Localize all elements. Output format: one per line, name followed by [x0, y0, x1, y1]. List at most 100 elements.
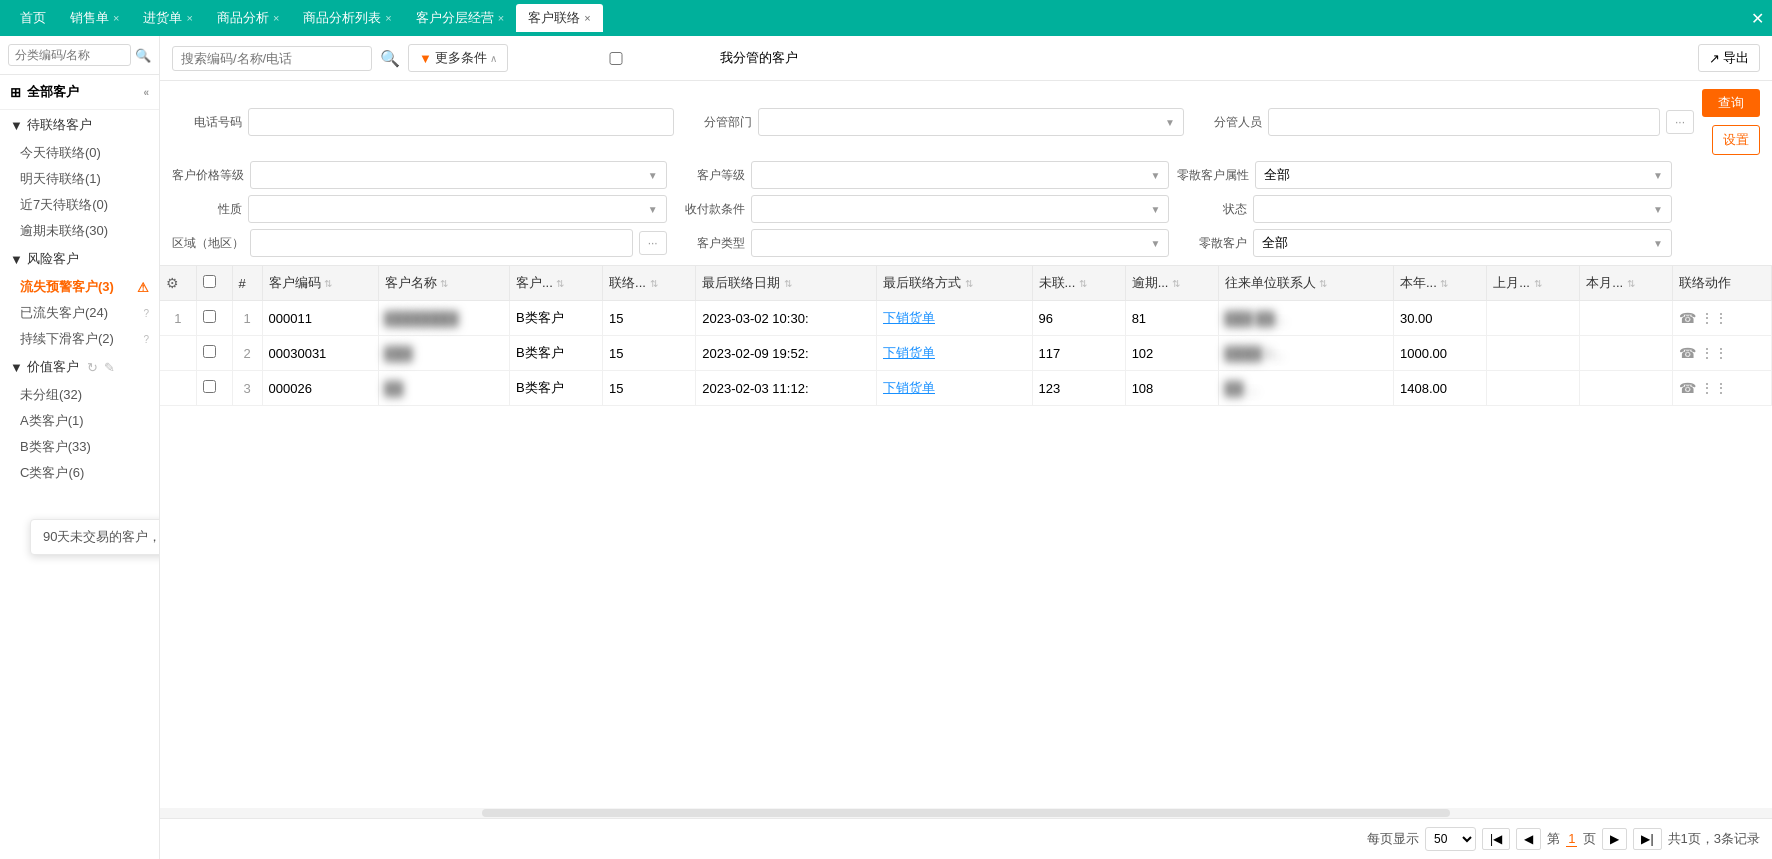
search-button[interactable]: 🔍 — [380, 49, 400, 68]
sidebar-item-churn-warning[interactable]: 流失预警客户(3) ⚠ — [0, 274, 159, 300]
col-name-sort[interactable]: ⇅ — [440, 278, 448, 289]
col-last-method-sort[interactable]: ⇅ — [965, 278, 973, 289]
filter-customer-level-select[interactable]: ▼ — [751, 161, 1170, 189]
prev-page-button[interactable]: ◀ — [1516, 828, 1541, 850]
section-edit-icon[interactable]: ✎ — [104, 360, 115, 375]
row3-contact-icon[interactable]: ☎ — [1679, 380, 1696, 396]
customers-table: ⚙ # 客户编码 ⇅ 客户名称 ⇅ — [160, 266, 1772, 406]
nav-tab-analysis-list[interactable]: 商品分析列表 × — [291, 4, 403, 32]
col-type-sort[interactable]: ⇅ — [556, 278, 564, 289]
sidebar-all-customers[interactable]: ⊞ 全部客户 « — [0, 75, 159, 110]
export-button[interactable]: ↗ 导出 — [1698, 44, 1760, 72]
row1-contact-icon[interactable]: ☎ — [1679, 310, 1696, 326]
row2-last-method-link[interactable]: 下销货单 — [883, 345, 935, 360]
last-page-button[interactable]: ▶| — [1633, 828, 1661, 850]
filter-retail-customer-select[interactable]: 全部 ▼ — [1253, 229, 1672, 257]
filter-price-level-select[interactable]: ▼ — [250, 161, 667, 189]
filter-dept-select[interactable]: ▼ — [758, 108, 1184, 136]
row1-checkbox[interactable] — [203, 310, 216, 323]
section-label-3: 价值客户 — [27, 358, 79, 376]
row2-more-icon[interactable]: ⋮⋮ — [1700, 345, 1728, 361]
row3-name-blurred: ██ — [385, 381, 403, 396]
row2-checkbox[interactable] — [203, 345, 216, 358]
sidebar-item-a-class[interactable]: A类客户(1) — [0, 408, 159, 434]
first-page-button[interactable]: |◀ — [1482, 828, 1510, 850]
row3-more-icon[interactable]: ⋮⋮ — [1700, 380, 1728, 396]
filter-phone-input[interactable] — [248, 108, 674, 136]
sidebar-item-churned[interactable]: 已流失客户(24) ? — [0, 300, 159, 326]
filter-payment-select[interactable]: ▼ — [751, 195, 1170, 223]
col-unit-contact-sort[interactable]: ⇅ — [1319, 278, 1327, 289]
sidebar-item-overdue[interactable]: 逾期未联络(30) — [0, 218, 159, 244]
table-settings-icon[interactable]: ⚙ — [166, 275, 179, 291]
nav-tab-purchase-close[interactable]: × — [186, 12, 192, 24]
col-code-sort[interactable]: ⇅ — [324, 278, 332, 289]
col-this-year-sort[interactable]: ⇅ — [1440, 278, 1448, 289]
col-this-year-label: 本年... — [1400, 275, 1437, 290]
row3-last-method-link[interactable]: 下销货单 — [883, 380, 935, 395]
filter-retail-attr-select[interactable]: 全部 ▼ — [1255, 161, 1672, 189]
row1-last-method: 下销货单 — [876, 301, 1032, 336]
settings-button[interactable]: 设置 — [1712, 125, 1760, 155]
col-uncontacted-sort[interactable]: ⇅ — [1079, 278, 1087, 289]
nav-tab-customer-tier-close[interactable]: × — [498, 12, 504, 24]
row1-this-month — [1580, 301, 1673, 336]
sidebar-search-input[interactable] — [8, 44, 131, 66]
select-all-checkbox[interactable] — [203, 275, 216, 288]
my-customers-checkbox[interactable] — [516, 52, 716, 65]
row2-contact-icon[interactable]: ☎ — [1679, 345, 1696, 361]
filter-dept-label: 分管部门 — [682, 114, 752, 131]
sidebar-item-churned-icon: ? — [143, 308, 149, 319]
nav-tab-analysis-close[interactable]: × — [273, 12, 279, 24]
nav-tab-customer-contact-close[interactable]: × — [584, 12, 590, 24]
filter-status: 状态 ▼ — [1177, 195, 1672, 223]
col-contact-sort[interactable]: ⇅ — [650, 278, 658, 289]
nav-tab-customer-contact[interactable]: 客户联络 × — [516, 4, 602, 32]
row1-more-icon[interactable]: ⋮⋮ — [1700, 310, 1728, 326]
search-input[interactable] — [172, 46, 372, 71]
col-this-month-sort[interactable]: ⇅ — [1627, 278, 1635, 289]
filter-manager-select[interactable] — [1268, 108, 1660, 136]
sidebar-search-icon[interactable]: 🔍 — [135, 48, 151, 63]
filter-nature-select[interactable]: ▼ — [248, 195, 667, 223]
filter-status-select[interactable]: ▼ — [1253, 195, 1672, 223]
row3-uncontacted: 123 — [1032, 371, 1125, 406]
row3-checkbox[interactable] — [203, 380, 216, 393]
section-value-customers[interactable]: ▼ 价值客户 ↻ ✎ — [0, 352, 159, 382]
sidebar-item-today[interactable]: 今天待联络(0) — [0, 140, 159, 166]
sidebar-item-c-class[interactable]: C类客户(6) — [0, 460, 159, 486]
row1-unit-contact: ███ ██... — [1218, 301, 1393, 336]
nav-tab-sales-close[interactable]: × — [113, 12, 119, 24]
row3-action-icons: ☎ ⋮⋮ — [1679, 380, 1765, 396]
sidebar-item-declining[interactable]: 持续下滑客户(2) ? — [0, 326, 159, 352]
col-overdue-sort[interactable]: ⇅ — [1172, 278, 1180, 289]
nav-tab-sales[interactable]: 销售单 × — [58, 4, 131, 32]
query-button[interactable]: 查询 — [1702, 89, 1760, 117]
more-conditions-button[interactable]: ▼ 更多条件 ∧ — [408, 44, 508, 72]
sidebar-item-b-class[interactable]: B类客户(33) — [0, 434, 159, 460]
filter-customer-type-select[interactable]: ▼ — [751, 229, 1170, 257]
per-page-select[interactable]: 50 100 200 — [1425, 827, 1476, 851]
filter-region-dots[interactable]: ··· — [639, 231, 667, 255]
sidebar-item-tomorrow[interactable]: 明天待联络(1) — [0, 166, 159, 192]
filter-region-select[interactable] — [250, 229, 633, 257]
filter-manager-dots[interactable]: ··· — [1666, 110, 1694, 134]
col-last-date-sort[interactable]: ⇅ — [784, 278, 792, 289]
nav-home[interactable]: 首页 — [8, 9, 58, 27]
horizontal-scrollbar[interactable] — [160, 808, 1772, 818]
next-page-button[interactable]: ▶ — [1602, 828, 1627, 850]
nav-tab-analysis-list-close[interactable]: × — [385, 12, 391, 24]
nav-tab-customer-tier[interactable]: 客户分层经营 × — [404, 4, 516, 32]
row1-last-method-link[interactable]: 下销货单 — [883, 310, 935, 325]
row2-num — [160, 336, 196, 371]
section-risk-customers[interactable]: ▼ 风险客户 — [0, 244, 159, 274]
nav-tab-analysis[interactable]: 商品分析 × — [205, 4, 291, 32]
nav-tab-purchase[interactable]: 进货单 × — [131, 4, 204, 32]
section-pending-contact[interactable]: ▼ 待联络客户 — [0, 110, 159, 140]
close-all-button[interactable]: ✕ — [1751, 9, 1764, 28]
section-refresh-icon[interactable]: ↻ — [87, 360, 98, 375]
col-last-month-sort[interactable]: ⇅ — [1534, 278, 1542, 289]
sidebar-item-7days[interactable]: 近7天待联络(0) — [0, 192, 159, 218]
sidebar-item-ungroup[interactable]: 未分组(32) — [0, 382, 159, 408]
col-this-month-header: 本月... ⇅ — [1580, 266, 1673, 301]
